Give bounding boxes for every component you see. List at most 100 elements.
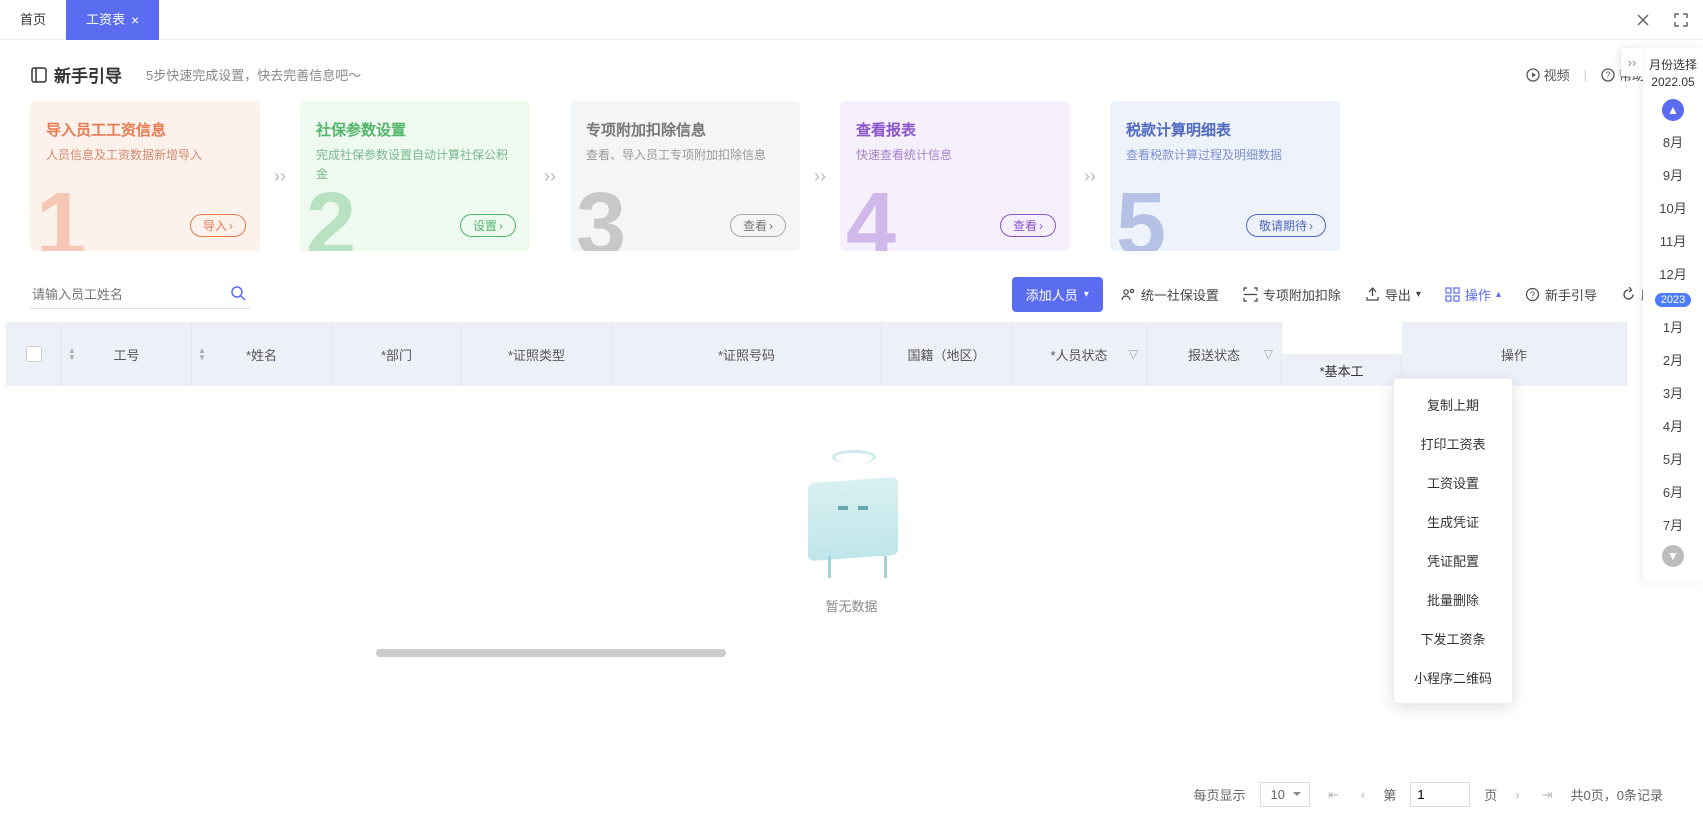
th-base[interactable]: *基本工 bbox=[1282, 354, 1402, 386]
fullscreen-icon[interactable] bbox=[1669, 8, 1693, 32]
month-item[interactable]: 1月 bbox=[1643, 310, 1703, 343]
step-deduct-button[interactable]: 查看› bbox=[730, 214, 786, 237]
month-item[interactable]: 11月 bbox=[1643, 224, 1703, 257]
tab-label: 工资表 bbox=[86, 0, 125, 40]
guide-subtitle: 5步快速完成设置，快去完善信息吧～ bbox=[146, 65, 361, 84]
dd-gen-voucher[interactable]: 生成凭证 bbox=[1394, 502, 1512, 541]
empty-text: 暂无数据 bbox=[825, 596, 877, 615]
search-icon[interactable] bbox=[230, 285, 246, 301]
th-id[interactable]: ▲▼ 工号 bbox=[62, 322, 192, 386]
svg-text:?: ? bbox=[1605, 70, 1610, 80]
month-scroll-down[interactable]: ▼ bbox=[1662, 545, 1684, 567]
guide-header: 新手引导 5步快速完成设置，快去完善信息吧～ 视频 | ? 帮助 bbox=[0, 40, 1703, 101]
chevron-right-icon: ›› bbox=[1084, 166, 1096, 187]
month-panel-date: 2022.05 bbox=[1651, 75, 1694, 95]
dd-send-slip[interactable]: 下发工资条 bbox=[1394, 619, 1512, 658]
video-link[interactable]: 视频 bbox=[1526, 65, 1570, 84]
th-idtype[interactable]: *证照类型 bbox=[462, 322, 612, 386]
th-idno[interactable]: *证照号码 bbox=[612, 322, 882, 386]
month-item[interactable]: 10月 bbox=[1643, 191, 1703, 224]
social-settings-button[interactable]: 统一社保设置 bbox=[1115, 281, 1225, 308]
next-page-icon[interactable]: › bbox=[1511, 785, 1523, 804]
prev-page-icon[interactable]: ‹ bbox=[1357, 785, 1369, 804]
step-deduct: 专项附加扣除信息 查看、导入员工专项附加扣除信息 3 查看› bbox=[570, 101, 800, 251]
help-icon: ? bbox=[1601, 68, 1615, 82]
month-item[interactable]: 3月 bbox=[1643, 376, 1703, 409]
month-item[interactable]: 8月 bbox=[1643, 125, 1703, 158]
th-salary-group: 工资信息 *基本工 bbox=[1282, 322, 1402, 386]
pager-summary: 共0页，0条记录 bbox=[1571, 785, 1663, 804]
tab-payroll[interactable]: 工资表 × bbox=[66, 0, 159, 40]
step-report: 查看报表 快速查看统计信息 4 查看› bbox=[840, 101, 1070, 251]
export-icon bbox=[1365, 287, 1380, 302]
dd-print[interactable]: 打印工资表 bbox=[1394, 424, 1512, 463]
dd-qrcode[interactable]: 小程序二维码 bbox=[1394, 658, 1512, 697]
window-controls bbox=[1631, 8, 1693, 32]
month-panel-title: 月份选择 bbox=[1649, 48, 1697, 75]
toolbar: 添加人员 ▾ 统一社保设置 专项附加扣除 导出 ▾ 操作 ▴ ? 新手引导 刷新 bbox=[0, 271, 1703, 322]
month-item[interactable]: 9月 bbox=[1643, 158, 1703, 191]
year-badge: 2023 bbox=[1655, 293, 1691, 307]
filter-icon[interactable]: ▽ bbox=[1129, 347, 1138, 361]
step-tax: 税款计算明细表 查看税款计算过程及明细数据 5 敬请期待› bbox=[1110, 101, 1340, 251]
deduct-button[interactable]: 专项附加扣除 bbox=[1237, 281, 1347, 308]
th-name[interactable]: ▲▼ *姓名 bbox=[192, 322, 332, 386]
select-all-checkbox[interactable] bbox=[26, 346, 42, 362]
dd-batch-delete[interactable]: 批量删除 bbox=[1394, 580, 1512, 619]
tab-home[interactable]: 首页 bbox=[0, 0, 66, 40]
step-report-button[interactable]: 查看› bbox=[1000, 214, 1056, 237]
step-social: 社保参数设置 完成社保参数设置自动计算社保公积金 2 设置› bbox=[300, 101, 530, 251]
scan-icon bbox=[1243, 287, 1258, 302]
search-wrap bbox=[30, 281, 250, 309]
chevron-down-icon: ▾ bbox=[1084, 289, 1089, 300]
close-icon[interactable]: × bbox=[131, 0, 139, 40]
grid-icon bbox=[1445, 287, 1460, 302]
perpage-select[interactable]: 10 bbox=[1260, 782, 1310, 807]
th-status[interactable]: *人员状态 ▽ bbox=[1012, 322, 1147, 386]
month-item[interactable]: 6月 bbox=[1643, 475, 1703, 508]
book-icon bbox=[30, 66, 48, 84]
step-tax-button[interactable]: 敬请期待› bbox=[1246, 214, 1326, 237]
tab-bar: 首页 工资表 × bbox=[0, 0, 1703, 40]
page-input[interactable] bbox=[1410, 782, 1470, 807]
dd-voucher-config[interactable]: 凭证配置 bbox=[1394, 541, 1512, 580]
sort-icon[interactable]: ▲▼ bbox=[198, 347, 206, 361]
month-panel: ›› 月份选择 2022.05 ▲ 8月 9月 10月 11月 12月 2023… bbox=[1643, 48, 1703, 581]
operate-dropdown: 复制上期 打印工资表 工资设置 生成凭证 凭证配置 批量删除 下发工资条 小程序… bbox=[1393, 378, 1513, 704]
export-button[interactable]: 导出 ▾ bbox=[1359, 281, 1427, 308]
search-input[interactable] bbox=[30, 281, 250, 309]
th-report[interactable]: 报送状态 ▽ bbox=[1147, 322, 1282, 386]
pagination: 每页显示 10 ⇤ ‹ 第 页 › ⇥ 共0页，0条记录 bbox=[1194, 782, 1663, 807]
month-item[interactable]: 7月 bbox=[1643, 508, 1703, 541]
month-item[interactable]: 4月 bbox=[1643, 409, 1703, 442]
refresh-icon bbox=[1621, 287, 1636, 302]
empty-illustration bbox=[772, 446, 932, 576]
month-item[interactable]: 5月 bbox=[1643, 442, 1703, 475]
chevron-up-icon: ▴ bbox=[1496, 289, 1501, 300]
chevron-right-icon: ›› bbox=[274, 166, 286, 187]
operate-button[interactable]: 操作 ▴ bbox=[1439, 281, 1507, 308]
people-icon bbox=[1121, 287, 1136, 302]
th-nation[interactable]: 国籍（地区） bbox=[882, 322, 1012, 386]
month-scroll-up[interactable]: ▲ bbox=[1662, 99, 1684, 121]
dd-salary-settings[interactable]: 工资设置 bbox=[1394, 463, 1512, 502]
month-item[interactable]: 2月 bbox=[1643, 343, 1703, 376]
help-icon: ? bbox=[1525, 287, 1540, 302]
close-icon[interactable] bbox=[1631, 8, 1655, 32]
guide-button[interactable]: ? 新手引导 bbox=[1519, 281, 1603, 308]
panel-collapse-icon[interactable]: ›› bbox=[1621, 48, 1643, 76]
horizontal-scrollbar[interactable] bbox=[376, 649, 726, 657]
add-person-button[interactable]: 添加人员 ▾ bbox=[1012, 277, 1103, 312]
first-page-icon[interactable]: ⇤ bbox=[1324, 785, 1343, 805]
step-social-button[interactable]: 设置› bbox=[460, 214, 516, 237]
perpage-label: 每页显示 bbox=[1194, 785, 1246, 804]
table-header: ▲▼ 工号 ▲▼ *姓名 *部门 *证照类型 *证照号码 国籍（地区） *人员状… bbox=[6, 322, 1697, 386]
last-page-icon[interactable]: ⇥ bbox=[1538, 785, 1557, 805]
dd-copy-prev[interactable]: 复制上期 bbox=[1394, 385, 1512, 424]
step-import-button[interactable]: 导入› bbox=[190, 214, 246, 237]
filter-icon[interactable]: ▽ bbox=[1264, 347, 1273, 361]
month-item[interactable]: 12月 bbox=[1643, 257, 1703, 290]
th-dept[interactable]: *部门 bbox=[332, 322, 462, 386]
svg-text:?: ? bbox=[1530, 290, 1535, 300]
sort-icon[interactable]: ▲▼ bbox=[68, 347, 76, 361]
